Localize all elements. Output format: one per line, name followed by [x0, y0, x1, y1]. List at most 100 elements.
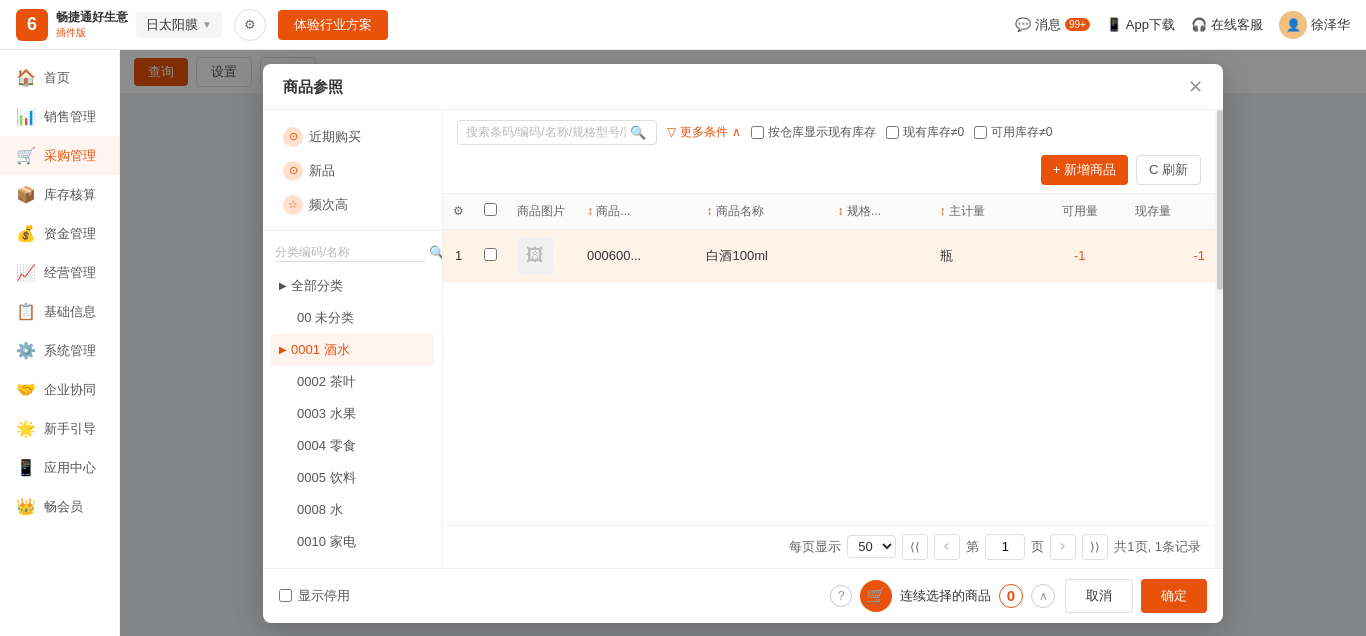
sidebar-item-finance[interactable]: 💰 资金管理 [0, 214, 119, 253]
more-filter-button[interactable]: ▽ 更多条件 ∧ [667, 124, 741, 141]
sidebar-item-system[interactable]: ⚙️ 系统管理 [0, 331, 119, 370]
pagination-bar: 每页显示 50 ⟨⟨ ﹤ 第 页 ﹥ ⟩⟩ 共1页, 1条记录 [443, 525, 1215, 568]
basic-info-icon: 📋 [16, 302, 36, 321]
sidebar-item-basic-info[interactable]: 📋 基础信息 [0, 292, 119, 331]
col-spec: ↕ 规格... [828, 194, 930, 230]
customer-service-button[interactable]: 🎧 在线客服 [1191, 16, 1263, 34]
sidebar-item-label: 基础信息 [44, 303, 96, 321]
first-page-button[interactable]: ⟨⟨ [902, 534, 928, 560]
table-header-row: ⚙ 商品图片 ↕ 商品... [443, 194, 1215, 230]
modal-scrollbar[interactable] [1215, 110, 1223, 568]
page-number-input[interactable] [985, 534, 1025, 560]
sidebar-item-label: 采购管理 [44, 147, 96, 165]
page-label: 第 [966, 538, 979, 556]
sidebar-item-inventory[interactable]: 📦 库存核算 [0, 175, 119, 214]
product-search-box: 🔍 [457, 120, 657, 145]
modal-close-button[interactable]: ✕ [1188, 78, 1203, 96]
cat-0001-wine[interactable]: ▶ 0001 酒水 [271, 334, 434, 366]
sidebar-item-label: 经营管理 [44, 264, 96, 282]
cat-00-uncategorized[interactable]: 00 未分类 [271, 302, 434, 334]
filter-available-not-zero[interactable]: 可用库存≠0 [974, 124, 1052, 141]
cat-0002-tea[interactable]: 0002 茶叶 [271, 366, 434, 398]
cancel-button[interactable]: 取消 [1065, 579, 1133, 613]
sales-icon: 📊 [16, 107, 36, 126]
footer-actions: 取消 确定 [1065, 579, 1207, 613]
header-right: 💬 消息 99+ 📱 App下载 🎧 在线客服 👤 徐泽华 [1015, 11, 1350, 39]
sidebar-item-guide[interactable]: 🌟 新手引导 [0, 409, 119, 448]
category-search-icon[interactable]: 🔍 [429, 245, 443, 260]
row-checkbox[interactable] [484, 248, 497, 261]
col-name: ↕ 商品名称 [696, 194, 827, 230]
category-search-input[interactable] [275, 243, 425, 262]
sidebar-item-enterprise[interactable]: 🤝 企业协同 [0, 370, 119, 409]
product-main-panel: 🔍 ▽ 更多条件 ∧ 按仓库显示现有库存 [443, 110, 1215, 568]
sidebar-item-apps[interactable]: 📱 应用中心 [0, 448, 119, 487]
cat-0004-snack[interactable]: 0004 零食 [271, 430, 434, 462]
add-product-button[interactable]: + 新增商品 [1041, 155, 1128, 185]
row-stock-cell: -1 [1125, 229, 1215, 282]
product-thumbnail: 🖼 [517, 238, 553, 274]
product-search-icon[interactable]: 🔍 [630, 125, 646, 140]
sidebar-item-home[interactable]: 🏠 首页 [0, 58, 119, 97]
cart-collapse-button[interactable]: ∧ [1031, 584, 1055, 608]
cat-0003-fruit[interactable]: 0003 水果 [271, 398, 434, 430]
apps-icon: 📱 [16, 458, 36, 477]
cat-quick-new[interactable]: ⊙ 新品 [275, 154, 430, 188]
finance-icon: 💰 [16, 224, 36, 243]
warehouse-checkbox[interactable] [751, 126, 764, 139]
sidebar-item-operations[interactable]: 📈 经营管理 [0, 253, 119, 292]
store-selector[interactable]: 日太阳膜 ▼ [136, 12, 222, 38]
cat-quick-frequent[interactable]: ☆ 频次高 [275, 188, 430, 222]
settings-icon[interactable]: ⚙ [234, 9, 266, 41]
row-spec-cell [828, 229, 930, 282]
refresh-button[interactable]: C 刷新 [1136, 155, 1201, 185]
table-row[interactable]: 1 🖼 000600... [443, 229, 1215, 282]
show-disabled-label[interactable]: 显示停用 [279, 587, 350, 605]
cat-all[interactable]: ▶ 全部分类 [271, 270, 434, 302]
next-page-button[interactable]: ﹥ [1050, 534, 1076, 560]
sidebar-item-label: 畅会员 [44, 498, 83, 516]
page-suffix-label: 页 [1031, 538, 1044, 556]
app-download-button[interactable]: 📱 App下载 [1106, 16, 1175, 34]
row-name-cell: 白酒100ml [696, 229, 827, 282]
sidebar-item-member[interactable]: 👑 畅会员 [0, 487, 119, 526]
show-disabled-checkbox[interactable] [279, 589, 292, 602]
trial-button[interactable]: 体验行业方案 [278, 10, 388, 40]
row-checkbox-cell [474, 229, 507, 282]
user-profile[interactable]: 👤 徐泽华 [1279, 11, 1350, 39]
product-search-input[interactable] [466, 125, 626, 139]
member-icon: 👑 [16, 497, 36, 516]
headset-icon: 🎧 [1191, 17, 1207, 32]
prev-page-button[interactable]: ﹤ [934, 534, 960, 560]
available-not-zero-checkbox[interactable] [974, 126, 987, 139]
top-header: 6 畅捷通好生意 插件版 日太阳膜 ▼ ⚙ 体验行业方案 💬 消息 99+ 📱 … [0, 0, 1366, 50]
cat-quick-recent[interactable]: ⊙ 近期购买 [275, 120, 430, 154]
recent-icon: ⊙ [283, 127, 303, 147]
row-code-cell: 000600... [577, 229, 696, 282]
sidebar-collapse-button[interactable]: 《 [442, 319, 443, 359]
select-all-checkbox[interactable] [484, 203, 497, 216]
cart-icon[interactable]: 🛒 [860, 580, 892, 612]
row-image-cell: 🖼 [507, 229, 577, 282]
sidebar-item-label: 首页 [44, 69, 70, 87]
scroll-thumb[interactable] [1217, 110, 1223, 290]
messages-button[interactable]: 💬 消息 99+ [1015, 16, 1090, 34]
guide-icon: 🌟 [16, 419, 36, 438]
expand-arrow-icon: ▶ [279, 280, 287, 291]
message-icon: 💬 [1015, 17, 1031, 32]
last-page-button[interactable]: ⟩⟩ [1082, 534, 1108, 560]
filter-by-warehouse[interactable]: 按仓库显示现有库存 [751, 124, 876, 141]
app-logo: 6 [16, 9, 48, 41]
stock-not-zero-checkbox[interactable] [886, 126, 899, 139]
cat-0005-drink[interactable]: 0005 饮料 [271, 462, 434, 494]
cat-0010-appliance[interactable]: 0010 家电 [271, 526, 434, 558]
sidebar-item-label: 销售管理 [44, 108, 96, 126]
confirm-button[interactable]: 确定 [1141, 579, 1207, 613]
sidebar-item-purchase[interactable]: 🛒 采购管理 [0, 136, 119, 175]
cat-0008-water[interactable]: 0008 水 [271, 494, 434, 526]
sidebar-item-sales[interactable]: 📊 销售管理 [0, 97, 119, 136]
per-page-select[interactable]: 50 [847, 535, 896, 558]
filter-stock-not-zero[interactable]: 现有库存≠0 [886, 124, 964, 141]
row-unit-cell: 瓶 [930, 229, 1035, 282]
help-icon[interactable]: ? [830, 585, 852, 607]
